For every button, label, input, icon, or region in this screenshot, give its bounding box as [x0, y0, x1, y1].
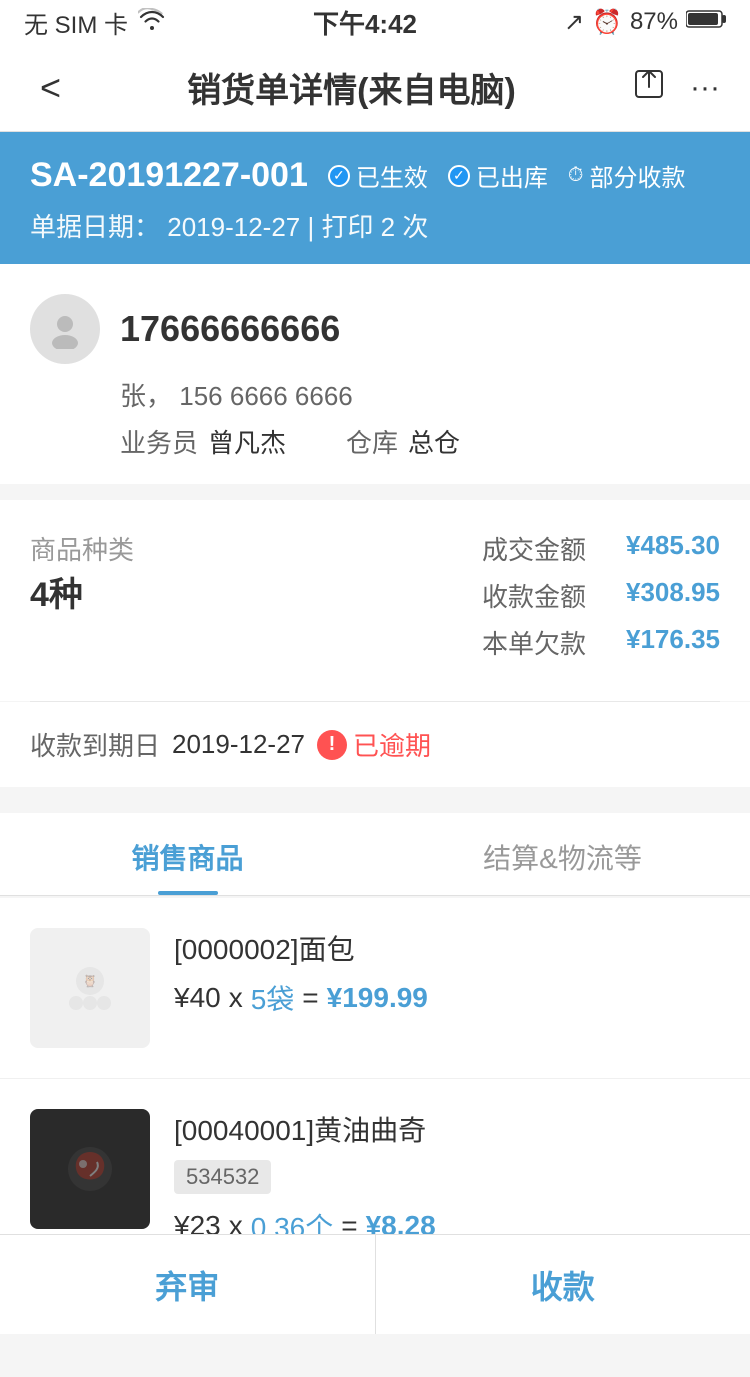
product-name-2: [00040001]黄油曲奇 [174, 1109, 720, 1149]
status-left: 无 SIM 卡 [24, 5, 166, 40]
collect-label: 收款 [531, 1262, 595, 1308]
share-button[interactable] [632, 67, 666, 109]
page-title: 销货单详情(来自电脑) [187, 63, 516, 112]
check-active-icon: ✓ [328, 165, 350, 187]
overdue-label: 收款到期日 [30, 726, 160, 763]
divider-1 [0, 484, 750, 500]
amount-row: 成交金额 ¥485.30 [482, 530, 720, 567]
type-value: 4种 [30, 567, 134, 616]
summary-row: 商品种类 4种 成交金额 ¥485.30 收款金额 ¥308.95 本单欠款 ¥… [30, 530, 720, 671]
check-shipped-icon: ✓ [448, 165, 470, 187]
customer-name: 张 [120, 381, 146, 411]
customer-main-row: 17666666666 [30, 294, 720, 364]
location-icon: ↗ [564, 8, 584, 37]
carrier-text: 无 SIM 卡 [24, 5, 128, 40]
tab-settlement-label: 结算&物流等 [483, 843, 642, 874]
date-label: 单据日期： [30, 212, 160, 242]
sales-label: 业务员 [120, 423, 198, 460]
clock-icon: ⏱ [568, 164, 584, 187]
product-thumb-1: 🦉 [30, 928, 150, 1048]
avatar [30, 294, 100, 364]
debt-row: 本单欠款 ¥176.35 [482, 624, 720, 661]
tab-sales-label: 销售商品 [131, 843, 243, 874]
nav-actions: ··· [632, 67, 720, 109]
more-button[interactable]: ··· [690, 71, 720, 105]
overdue-text: 已逾期 [353, 726, 431, 763]
receipt-row: 收款金额 ¥308.95 [482, 577, 720, 614]
status-bar: 无 SIM 卡 下午4:42 ↗ ⏰ 87% [0, 0, 750, 44]
order-header-banner: SA-20191227-001 ✓ 已生效 ✓ 已出库 ⏱ 部分收款 单据日期：… [0, 132, 750, 264]
svg-text:🦉: 🦉 [83, 974, 98, 988]
product-item-1: 🦉 [0000002]面包 ¥40 x 5袋 = ¥199.99 [0, 898, 750, 1079]
divider-2 [0, 787, 750, 803]
debt-value: ¥176.35 [626, 624, 720, 661]
status-partial: ⏱ 部分收款 [568, 158, 686, 193]
customer-phone-display: 17666666666 [120, 308, 340, 350]
customer-meta: 业务员 曾凡杰 仓库 总仓 [30, 423, 720, 460]
sales-name: 曾凡杰 [208, 423, 286, 460]
product-info-1: [0000002]面包 ¥40 x 5袋 = ¥199.99 [174, 928, 720, 1018]
product-name-1: [0000002]面包 [174, 928, 720, 968]
order-date: 2019-12-27 [167, 212, 300, 242]
overdue-section: 收款到期日 2019-12-27 ! 已逾期 [0, 702, 750, 787]
battery-icon [686, 8, 726, 36]
customer-name-phone: 张， 156 6666 6666 [30, 376, 720, 413]
reject-button[interactable]: 弃审 [0, 1235, 376, 1334]
overdue-badge: ! 已逾期 [317, 726, 431, 763]
tabs-section: 销售商品 结算&物流等 🦉 [0000002]面包 ¥40 [0, 803, 750, 1277]
status-right: ↗ ⏰ 87% [564, 8, 726, 37]
price-total-1: ¥199.99 [327, 982, 428, 1014]
equals-1: = [302, 982, 318, 1014]
alarm-icon: ⏰ [592, 8, 622, 37]
warehouse-info: 仓库 总仓 [346, 423, 460, 460]
overdue-alert-icon: ! [317, 730, 347, 760]
warehouse-label: 仓库 [346, 423, 398, 460]
collect-button[interactable]: 收款 [376, 1235, 750, 1334]
order-date-row: 单据日期： 2019-12-27 | 打印 2 次 [30, 207, 720, 244]
product-info-2: [00040001]黄油曲奇 534532 ¥23 x 0.36个 = ¥8.2… [174, 1109, 720, 1246]
product-price-1: ¥40 x 5袋 = ¥199.99 [174, 978, 720, 1018]
price-base-1: ¥40 [174, 982, 221, 1014]
products-list: 🦉 [0000002]面包 ¥40 x 5袋 = ¥199.99 [0, 898, 750, 1277]
price-qty-1: 5袋 [251, 978, 295, 1018]
bottom-bar: 弃审 收款 [0, 1234, 750, 1334]
overdue-date: 2019-12-27 [172, 729, 305, 760]
tab-sales-products[interactable]: 销售商品 [0, 813, 375, 895]
sales-info: 业务员 曾凡杰 [120, 423, 286, 460]
warehouse-name: 总仓 [408, 423, 460, 460]
customer-section: 17666666666 张， 156 6666 6666 业务员 曾凡杰 仓库 … [0, 264, 750, 484]
back-button[interactable]: < [30, 57, 71, 119]
summary-section: 商品种类 4种 成交金额 ¥485.30 收款金额 ¥308.95 本单欠款 ¥… [0, 500, 750, 701]
customer-alt-phone: 156 6666 6666 [179, 381, 353, 411]
nav-bar: < 销货单详情(来自电脑) ··· [0, 44, 750, 132]
status-shipped: ✓ 已出库 [448, 158, 548, 193]
debt-label: 本单欠款 [482, 624, 586, 661]
wifi-icon [138, 8, 166, 37]
product-thumb-2 [30, 1109, 150, 1229]
print-info: | 打印 2 次 [307, 212, 428, 242]
product-type-info: 商品种类 4种 [30, 530, 134, 616]
amount-value: ¥485.30 [626, 530, 720, 567]
type-label: 商品种类 [30, 530, 134, 567]
multiply-1: x [229, 982, 243, 1014]
status-active: ✓ 已生效 [328, 158, 428, 193]
tabs-bar: 销售商品 结算&物流等 [0, 813, 750, 896]
amount-label: 成交金额 [482, 530, 586, 567]
battery-text: 87% [630, 8, 678, 36]
product-sku-2: 534532 [174, 1160, 271, 1194]
order-status-row: SA-20191227-001 ✓ 已生效 ✓ 已出库 ⏱ 部分收款 [30, 156, 720, 195]
order-number: SA-20191227-001 [30, 156, 308, 195]
receipt-value: ¥308.95 [626, 577, 720, 614]
status-time: 下午4:42 [313, 4, 417, 41]
tab-settlement[interactable]: 结算&物流等 [375, 813, 750, 895]
reject-label: 弃审 [155, 1262, 219, 1308]
amount-info: 成交金额 ¥485.30 收款金额 ¥308.95 本单欠款 ¥176.35 [482, 530, 720, 671]
receipt-label: 收款金额 [482, 577, 586, 614]
